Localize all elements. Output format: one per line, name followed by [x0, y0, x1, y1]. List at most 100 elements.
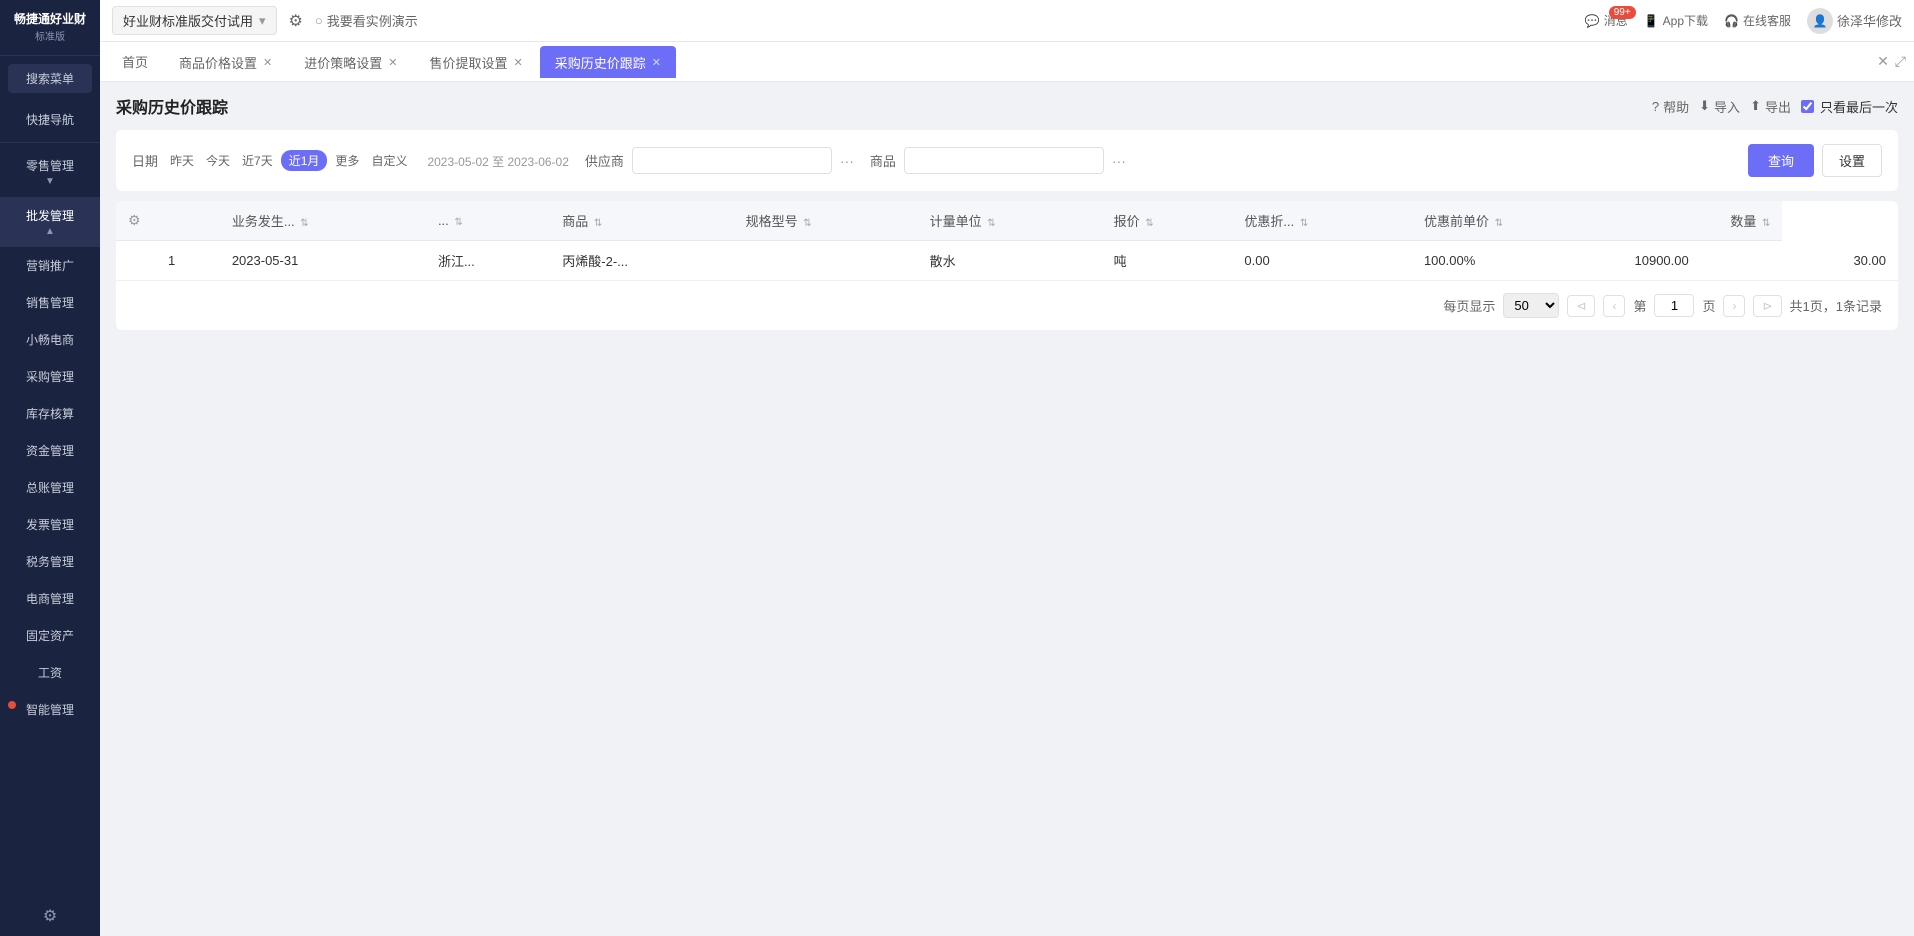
date-today-btn[interactable]: 今天	[202, 150, 234, 171]
settings-button[interactable]: 设置	[1822, 144, 1882, 177]
wholesale-label: 批发管理	[26, 207, 74, 224]
supplier-input[interactable]	[632, 147, 832, 174]
wholesale-expand-icon: ▲	[45, 226, 55, 237]
tab-purchase-history-close[interactable]: ✕	[652, 56, 661, 69]
col-discount-sort-icon[interactable]: ⇅	[1300, 218, 1308, 229]
sidebar-item-retail[interactable]: 零售管理 ▼	[0, 147, 100, 197]
col-spec-label: 规格型号	[746, 214, 798, 229]
only-latest-checkbox[interactable]: 只看最后一次	[1801, 97, 1898, 116]
sidebar-item-ecom-small[interactable]: 小畅电商	[0, 321, 100, 358]
demo-link[interactable]: ○ 我要看实例演示	[315, 11, 418, 30]
filter-date: 日期 昨天 今天 近7天 近1月 更多 自定义	[132, 150, 411, 171]
date-label: 日期	[132, 151, 158, 170]
app-download-button[interactable]: 📱 App下载	[1644, 12, 1708, 29]
supplier-more-icon[interactable]: ···	[840, 153, 854, 169]
import-button[interactable]: ⬇ 导入	[1699, 97, 1740, 116]
sidebar-search[interactable]: 搜索菜单	[0, 56, 100, 101]
row-before-price: 10900.00	[1623, 241, 1783, 281]
invoice-label: 发票管理	[26, 516, 74, 533]
last-page-button[interactable]: ⊳	[1753, 295, 1781, 317]
col-goods-sort-icon[interactable]: ⇅	[594, 218, 602, 229]
sidebar-item-purchase[interactable]: 采购管理	[0, 358, 100, 395]
col-goods-label: 商品	[562, 214, 588, 229]
messages-button[interactable]: 💬 消息 99+	[1585, 12, 1628, 29]
only-latest-input[interactable]	[1801, 100, 1814, 113]
col-discount-label: 优惠折...	[1244, 214, 1294, 229]
col-spec[interactable]: 规格型号 ⇅	[734, 201, 918, 241]
col-settings[interactable]: ⚙	[116, 201, 156, 241]
per-page-select[interactable]: 20 50 100	[1503, 293, 1559, 318]
query-button[interactable]: 查询	[1748, 144, 1814, 177]
sidebar-item-marketing[interactable]: 营销推广	[0, 247, 100, 284]
col-date-sort-icon[interactable]: ⇅	[300, 218, 308, 229]
first-page-button[interactable]: ⊲	[1567, 295, 1595, 317]
sidebar-item-assets[interactable]: 固定资产	[0, 617, 100, 654]
sidebar-item-ledger[interactable]: 总账管理	[0, 469, 100, 506]
filter-buttons: 查询 设置	[1748, 144, 1882, 177]
tab-pricing-strategy-close[interactable]: ✕	[388, 56, 397, 69]
export-button[interactable]: ⬆ 导出	[1750, 97, 1791, 116]
tab-home[interactable]: 首页	[108, 46, 162, 77]
sidebar-item-inventory[interactable]: 库存核算	[0, 395, 100, 432]
col-price-sort-icon[interactable]: ⇅	[1145, 218, 1153, 229]
filter-bar: 日期 昨天 今天 近7天 近1月 更多 自定义 2023-05-02 至 202…	[116, 130, 1898, 191]
product-name: 好业财标准版交付试用	[123, 11, 253, 30]
date-custom-btn[interactable]: 自定义	[367, 150, 411, 171]
only-latest-label: 只看最后一次	[1820, 97, 1898, 116]
col-before-price[interactable]: 优惠前单价 ⇅	[1412, 201, 1623, 241]
online-service-button[interactable]: 🎧 在线客服	[1724, 12, 1791, 29]
prev-page-button[interactable]: ‹	[1603, 295, 1625, 317]
user-menu[interactable]: 👤 徐泽华修改	[1807, 8, 1902, 34]
topbar-settings-button[interactable]: ⚙	[289, 11, 303, 31]
sidebar-item-quicknav[interactable]: 快捷导航	[0, 101, 100, 138]
date-7days-btn[interactable]: 近7天	[238, 150, 277, 171]
date-more-btn[interactable]: 更多	[331, 150, 363, 171]
page-input[interactable]	[1654, 294, 1694, 317]
tab-goods-price[interactable]: 商品价格设置 ✕	[164, 46, 287, 78]
tab-purchase-history[interactable]: 采购历史价跟踪 ✕	[540, 46, 676, 78]
help-button[interactable]: ? 帮助	[1652, 97, 1689, 116]
row-supplier: 浙江...	[426, 241, 550, 281]
date-yesterday-btn[interactable]: 昨天	[166, 150, 198, 171]
product-selector[interactable]: 好业财标准版交付试用 ▾	[112, 6, 277, 35]
goods-more-icon[interactable]: ···	[1112, 153, 1126, 169]
col-unit[interactable]: 计量单位 ⇅	[918, 201, 1102, 241]
sidebar-item-smart[interactable]: 智能管理	[0, 691, 100, 728]
tab-close-all-button[interactable]: ✕	[1877, 53, 1889, 70]
sidebar-item-wholesale[interactable]: 批发管理 ▲	[0, 197, 100, 247]
tab-sale-price-close[interactable]: ✕	[514, 56, 523, 69]
sidebar-item-tax[interactable]: 税务管理	[0, 543, 100, 580]
tab-expand-button[interactable]: ⤢	[1895, 53, 1906, 70]
sidebar-gear-button[interactable]: ⚙	[0, 896, 100, 936]
tab-pricing-strategy-label: 进价策略设置	[304, 53, 382, 72]
col-before-price-sort-icon[interactable]: ⇅	[1495, 218, 1503, 229]
tab-sale-price[interactable]: 售价提取设置 ✕	[414, 46, 537, 78]
demo-icon: ○	[315, 13, 323, 28]
date-1month-btn[interactable]: 近1月	[281, 150, 328, 171]
col-date[interactable]: 业务发生... ⇅	[220, 201, 426, 241]
sidebar-item-finance[interactable]: 资金管理	[0, 432, 100, 469]
col-price[interactable]: 报价 ⇅	[1102, 201, 1233, 241]
next-page-button[interactable]: ›	[1723, 295, 1745, 317]
col-goods[interactable]: 商品 ⇅	[550, 201, 733, 241]
sidebar-item-salary[interactable]: 工资	[0, 654, 100, 691]
search-menu-button[interactable]: 搜索菜单	[8, 64, 92, 93]
col-quantity-sort-icon[interactable]: ⇅	[1762, 218, 1770, 229]
col-unit-sort-icon[interactable]: ⇅	[987, 218, 995, 229]
col-more-sort-icon[interactable]: ⇅	[454, 217, 462, 228]
col-spec-sort-icon[interactable]: ⇅	[803, 218, 811, 229]
row-quoted-price: 0.00	[1232, 241, 1412, 281]
tab-sale-price-label: 售价提取设置	[429, 53, 507, 72]
sidebar-item-ecom[interactable]: 电商管理	[0, 580, 100, 617]
sidebar-item-invoice[interactable]: 发票管理	[0, 506, 100, 543]
col-more[interactable]: ... ⇅	[426, 201, 550, 241]
column-settings-icon[interactable]: ⚙	[128, 212, 141, 228]
col-quantity[interactable]: 数量 ⇅	[1623, 201, 1783, 241]
app-version: 标准版	[8, 28, 92, 43]
col-discount[interactable]: 优惠折... ⇅	[1232, 201, 1412, 241]
tab-pricing-strategy[interactable]: 进价策略设置 ✕	[289, 46, 412, 78]
purchase-label: 采购管理	[26, 368, 74, 385]
goods-input[interactable]	[904, 147, 1104, 174]
tab-goods-price-close[interactable]: ✕	[263, 56, 272, 69]
sidebar-item-sales[interactable]: 销售管理	[0, 284, 100, 321]
